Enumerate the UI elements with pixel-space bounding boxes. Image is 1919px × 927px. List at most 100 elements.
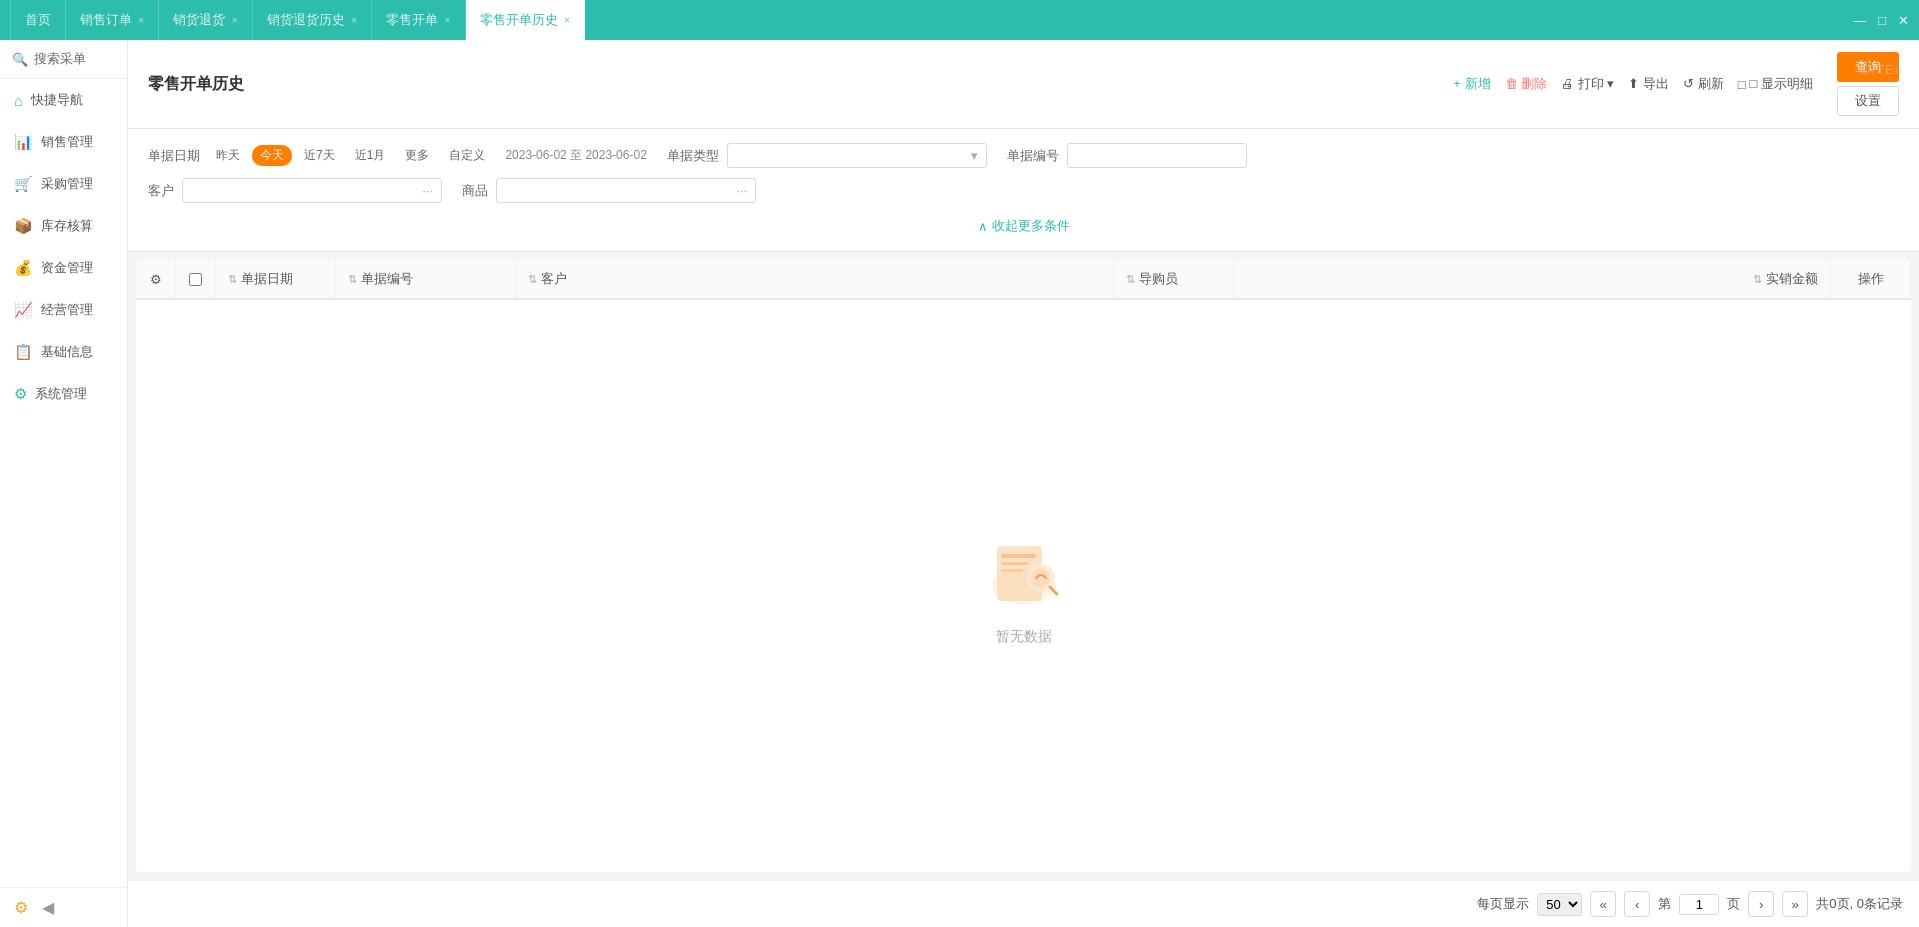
sidebar-item-operations[interactable]: 📈 经营管理 bbox=[0, 289, 127, 331]
sidebar-search[interactable]: 🔍 搜索采单 bbox=[0, 40, 127, 79]
operations-icon: 📈 bbox=[14, 301, 33, 319]
close-btn-window[interactable]: ✕ bbox=[1898, 13, 1909, 28]
tab-sales-order[interactable]: 销售订单 × bbox=[66, 0, 159, 40]
sidebar-item-finance[interactable]: 💰 资金管理 bbox=[0, 247, 127, 289]
sort-date-icon: ⇅ bbox=[228, 273, 237, 286]
date-pills: 昨天 今天 近7天 近1月 更多 自定义 bbox=[208, 145, 493, 166]
date-range-display: 2023-06-02 至 2023-06-02 bbox=[505, 147, 646, 164]
display-detail-checkbox: □ bbox=[1738, 77, 1746, 92]
bill-type-select[interactable]: ▾ bbox=[727, 143, 987, 168]
sidebar-item-sysadmin[interactable]: ⚙ 系统管理 bbox=[0, 373, 127, 415]
tab-homepage-label: 首页 bbox=[25, 11, 51, 29]
total-label: 共0页, 0条记录 bbox=[1816, 895, 1903, 913]
refresh-button[interactable]: ↺ 刷新 bbox=[1683, 75, 1724, 93]
th-guide[interactable]: ⇅ 导购员 bbox=[1114, 260, 1234, 298]
tab-retail-history-close[interactable]: × bbox=[564, 14, 570, 26]
collapse-filter-row[interactable]: ∧ 收起更多条件 bbox=[148, 213, 1899, 243]
search-icon: 🔍 bbox=[12, 52, 28, 67]
sidebar-item-purchase[interactable]: 🛒 采购管理 bbox=[0, 163, 127, 205]
tab-sales-order-close[interactable]: × bbox=[138, 14, 144, 26]
empty-state: 暂无数据 bbox=[136, 300, 1911, 872]
date-pill-yesterday[interactable]: 昨天 bbox=[208, 145, 248, 166]
next-page-icon: › bbox=[1759, 897, 1763, 912]
sidebar-item-basicinfo-label: 基础信息 bbox=[41, 343, 93, 361]
date-pill-7days[interactable]: 近7天 bbox=[296, 145, 343, 166]
basicinfo-icon: 📋 bbox=[14, 343, 33, 361]
svg-rect-2 bbox=[1001, 554, 1036, 558]
goods-dots-icon: ··· bbox=[736, 183, 747, 198]
date-pill-custom[interactable]: 自定义 bbox=[441, 145, 493, 166]
maximize-btn[interactable]: □ bbox=[1878, 13, 1886, 28]
th-amount-label: 实销金额 bbox=[1766, 270, 1818, 288]
display-detail-toggle[interactable]: □ □ 显示明细 bbox=[1738, 75, 1813, 93]
next-page-btn[interactable]: › bbox=[1748, 891, 1774, 917]
tab-retail-open-close[interactable]: × bbox=[444, 14, 450, 26]
filter-row-2: 客户 ··· 商品 ··· bbox=[148, 178, 1899, 203]
th-settings[interactable]: ⚙ bbox=[136, 260, 176, 298]
sidebar-item-purchase-label: 采购管理 bbox=[41, 175, 93, 193]
th-date[interactable]: ⇅ 单据日期 bbox=[216, 260, 336, 298]
tab-return-close[interactable]: × bbox=[231, 14, 237, 26]
sidebar-item-operations-label: 经营管理 bbox=[41, 301, 93, 319]
th-customer[interactable]: ⇅ 客户 bbox=[516, 260, 1114, 298]
table-settings-icon: ⚙ bbox=[150, 272, 162, 287]
delete-button[interactable]: 🗑 删除 bbox=[1505, 75, 1548, 93]
sidebar-item-quicknav[interactable]: ⌂ 快捷导航 bbox=[0, 79, 127, 121]
per-page-select[interactable]: 50 bbox=[1537, 893, 1582, 916]
query-button[interactable]: 查询 bbox=[1837, 52, 1899, 82]
tab-return[interactable]: 销货退货 × bbox=[159, 0, 252, 40]
add-button[interactable]: + 新增 bbox=[1453, 75, 1490, 93]
svg-rect-4 bbox=[1001, 569, 1023, 572]
toolbar: + 新增 🗑 删除 🖨 打印 ▾ ⬆ 导出 ↺ 刷新 □ □ 显示明细 bbox=[1453, 52, 1899, 116]
sidebar-item-sales[interactable]: 📊 销售管理 bbox=[0, 121, 127, 163]
page-header: 零售开单历史 + 新增 🗑 删除 🖨 打印 ▾ ⬆ 导出 ↺ 刷新 bbox=[128, 40, 1919, 129]
date-pill-today[interactable]: 今天 bbox=[252, 145, 292, 166]
export-button[interactable]: ⬆ 导出 bbox=[1628, 75, 1669, 93]
minimize-btn[interactable]: — bbox=[1853, 13, 1866, 28]
sort-amount-icon: ⇅ bbox=[1753, 273, 1762, 286]
svg-point-6 bbox=[1031, 568, 1051, 588]
empty-icon bbox=[979, 526, 1069, 616]
tab-retail-history[interactable]: 零售开单历史 × bbox=[466, 0, 585, 40]
th-bill-no[interactable]: ⇅ 单据编号 bbox=[336, 260, 516, 298]
th-bill-no-label: 单据编号 bbox=[361, 270, 413, 288]
date-pill-1month[interactable]: 近1月 bbox=[347, 145, 394, 166]
select-all-checkbox[interactable] bbox=[189, 273, 202, 286]
customer-filter-group: 客户 ··· bbox=[148, 178, 442, 203]
settings-bottom-icon[interactable]: ⚙ bbox=[14, 898, 28, 917]
th-amount[interactable]: ⇅ 实销金额 bbox=[1234, 260, 1832, 298]
tab-return-history-close[interactable]: × bbox=[351, 14, 357, 26]
home-icon: ⌂ bbox=[14, 92, 23, 109]
print-button-label: 🖨 打印 ▾ bbox=[1561, 75, 1614, 93]
goods-select[interactable]: ··· bbox=[496, 178, 756, 203]
page-suffix: 页 bbox=[1727, 895, 1740, 913]
display-detail-label: □ 显示明细 bbox=[1750, 75, 1813, 93]
sales-icon: 📊 bbox=[14, 133, 33, 151]
sidebar-item-basicinfo[interactable]: 📋 基础信息 bbox=[0, 331, 127, 373]
th-guide-label: 导购员 bbox=[1139, 270, 1178, 288]
collapse-sidebar-icon[interactable]: ◀ bbox=[42, 898, 54, 917]
page-title: 零售开单历史 bbox=[148, 74, 244, 95]
date-pill-more[interactable]: 更多 bbox=[397, 145, 437, 166]
first-page-btn[interactable]: « bbox=[1590, 891, 1616, 917]
setting-button[interactable]: 设置 bbox=[1837, 86, 1899, 116]
customer-select[interactable]: ··· bbox=[182, 178, 442, 203]
tab-retail-open[interactable]: 零售开单 × bbox=[372, 0, 465, 40]
th-checkbox[interactable] bbox=[176, 260, 216, 298]
tab-homepage[interactable]: 首页 bbox=[10, 0, 66, 40]
refresh-button-label: ↺ 刷新 bbox=[1683, 75, 1724, 93]
tab-return-history[interactable]: 销货退货历史 × bbox=[253, 0, 372, 40]
th-ops-label: 操作 bbox=[1858, 270, 1884, 288]
svg-rect-3 bbox=[1001, 562, 1029, 565]
th-customer-label: 客户 bbox=[541, 270, 567, 288]
page-input[interactable] bbox=[1679, 894, 1719, 915]
prev-page-btn[interactable]: ‹ bbox=[1624, 891, 1650, 917]
sidebar-item-inventory[interactable]: 📦 库存核算 bbox=[0, 205, 127, 247]
per-page-label: 每页显示 bbox=[1477, 895, 1529, 913]
last-page-btn[interactable]: » bbox=[1782, 891, 1808, 917]
table-container: ⚙ ⇅ 单据日期 ⇅ 单据编号 ⇅ 客户 ⇅ bbox=[136, 260, 1911, 872]
print-button[interactable]: 🖨 打印 ▾ bbox=[1561, 75, 1614, 93]
inventory-icon: 📦 bbox=[14, 217, 33, 235]
tab-return-history-label: 销货退货历史 bbox=[267, 11, 345, 29]
bill-no-input[interactable] bbox=[1067, 143, 1247, 168]
